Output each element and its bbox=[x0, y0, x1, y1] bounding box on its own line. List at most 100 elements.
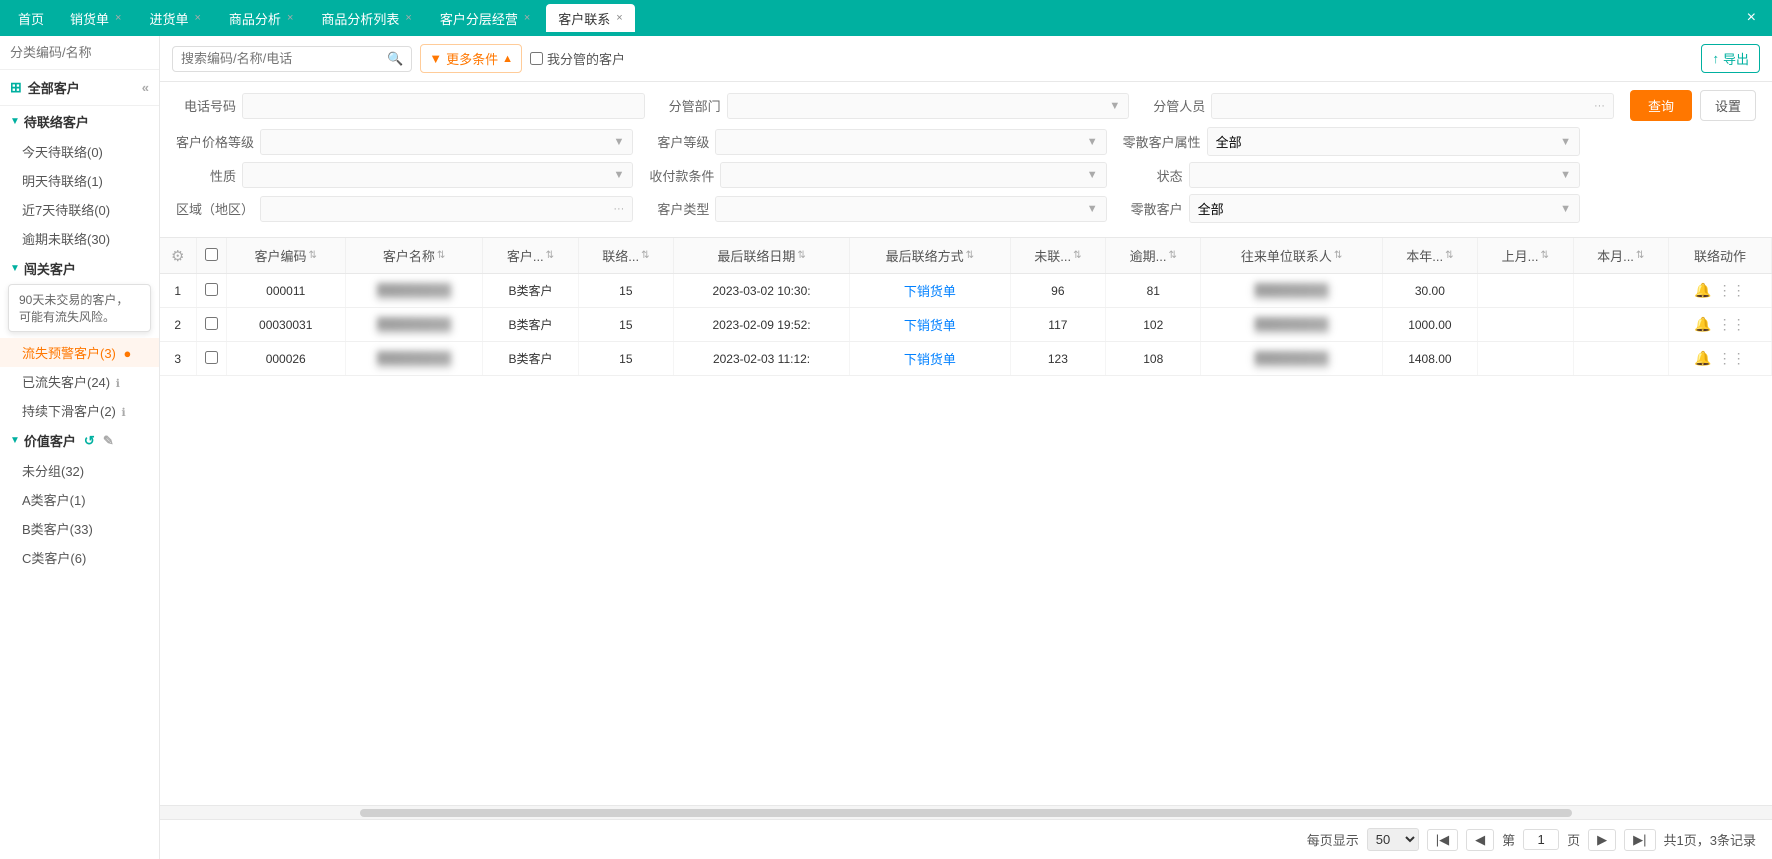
row1-contact-icon[interactable]: 🔔 bbox=[1694, 282, 1711, 299]
row1-last-method: 下销货单 bbox=[850, 274, 1011, 308]
status-select[interactable]: ▼ bbox=[1189, 162, 1580, 188]
table-body: 1 000011 ████████ B类客户 15 2023-03-02 10:… bbox=[160, 274, 1772, 376]
region-dots[interactable]: ··· bbox=[613, 203, 624, 215]
zero-customer-value: 全部 bbox=[1198, 199, 1224, 218]
edit-icon[interactable]: ✎ bbox=[103, 433, 114, 449]
name-sort[interactable]: 客户名称 ⇅ bbox=[352, 246, 476, 265]
last-method-sort[interactable]: 最后联络方式 ⇅ bbox=[856, 246, 1004, 265]
row2-select[interactable] bbox=[205, 317, 218, 330]
prev-page-button[interactable]: ◀ bbox=[1466, 829, 1494, 851]
uncontacted-sort[interactable]: 未联... ⇅ bbox=[1017, 246, 1099, 265]
sidebar-item-churn-warning[interactable]: 流失预警客户(3) ● bbox=[0, 338, 159, 367]
phone-input[interactable] bbox=[242, 93, 645, 119]
main-search-input[interactable] bbox=[181, 51, 381, 66]
nav-tab-analysis[interactable]: 商品分析 × bbox=[217, 4, 305, 32]
region-select[interactable]: ··· bbox=[260, 196, 633, 222]
last-page-button[interactable]: ▶| bbox=[1624, 829, 1655, 851]
nav-tab-customer-contact-close[interactable]: × bbox=[616, 12, 622, 24]
settings-button[interactable]: 设置 bbox=[1700, 90, 1756, 121]
row1-this-year: 30.00 bbox=[1382, 274, 1477, 308]
nav-tab-customer-layer[interactable]: 客户分层经营 × bbox=[428, 4, 542, 32]
nav-tab-analysis-list[interactable]: 商品分析列表 × bbox=[309, 4, 423, 32]
my-customers-checkbox[interactable] bbox=[530, 52, 543, 65]
sidebar-search-input[interactable] bbox=[10, 45, 160, 60]
horizontal-scrollbar[interactable] bbox=[160, 805, 1772, 819]
customer-level-select[interactable]: ▼ bbox=[715, 129, 1106, 155]
nature-select[interactable]: ▼ bbox=[242, 162, 633, 188]
row3-more-icon[interactable]: ⋮⋮ bbox=[1718, 350, 1746, 367]
sidebar-all-customers[interactable]: ⊞ 全部客户 « bbox=[0, 70, 159, 106]
zero-customer-select[interactable]: 全部 ▼ bbox=[1189, 194, 1580, 223]
page-number-input[interactable]: 1 bbox=[1523, 829, 1559, 850]
row1-more-icon[interactable]: ⋮⋮ bbox=[1718, 282, 1746, 299]
row1-method-link[interactable]: 下销货单 bbox=[904, 284, 956, 299]
code-sort[interactable]: 客户编码 ⇅ bbox=[233, 246, 339, 265]
nav-tab-analysis-list-close[interactable]: × bbox=[405, 12, 411, 24]
col-header-uncontacted: 未联... ⇅ bbox=[1010, 238, 1105, 274]
nav-tab-sales[interactable]: 销货单 × bbox=[58, 4, 133, 32]
person-select[interactable]: ··· bbox=[1211, 93, 1614, 119]
sidebar-item-a-class[interactable]: A类客户(1) bbox=[0, 485, 159, 514]
nav-tab-analysis-close[interactable]: × bbox=[287, 12, 293, 24]
table-settings-icon[interactable]: ⚙ bbox=[171, 248, 184, 265]
nav-home[interactable]: 首页 bbox=[8, 9, 54, 28]
sidebar-item-7days[interactable]: 近7天待联络(0) bbox=[0, 195, 159, 224]
this-month-sort[interactable]: 本月... ⇅ bbox=[1580, 246, 1662, 265]
sidebar-item-overdue-contact[interactable]: 逾期未联络(30) bbox=[0, 224, 159, 253]
adv-filter-row-3: 性质 ▼ 收付款条件 ▼ 状态 ▼ bbox=[176, 162, 1756, 188]
sidebar-item-churned[interactable]: 已流失客户(24) ℹ bbox=[0, 367, 159, 396]
zero-attr-select[interactable]: 全部 ▼ bbox=[1207, 127, 1580, 156]
select-all-checkbox[interactable] bbox=[205, 248, 218, 261]
contact-person-sort[interactable]: 往来单位联系人 ⇅ bbox=[1207, 246, 1375, 265]
scrollbar-thumb[interactable] bbox=[360, 809, 1572, 817]
my-customers-filter[interactable]: 我分管的客户 bbox=[530, 49, 625, 68]
nav-tab-customer-layer-close[interactable]: × bbox=[524, 12, 530, 24]
row3-action-icons: 🔔 ⋮⋮ bbox=[1675, 350, 1765, 367]
sidebar-item-ungrouped[interactable]: 未分组(32) bbox=[0, 456, 159, 485]
sidebar-collapse-icon[interactable]: « bbox=[142, 80, 149, 95]
row1-index: 1 bbox=[160, 274, 196, 308]
per-page-select[interactable]: 50 100 200 bbox=[1367, 828, 1419, 851]
row2-contact-icon[interactable]: 🔔 bbox=[1694, 316, 1711, 333]
nav-tab-purchase-close[interactable]: × bbox=[194, 12, 200, 24]
row3-contact-icon[interactable]: 🔔 bbox=[1694, 350, 1711, 367]
sidebar-group-value[interactable]: ▼ 价值客户 ↺ ✎ bbox=[0, 425, 159, 456]
refresh-icon[interactable]: ↺ bbox=[84, 433, 95, 449]
nav-tab-sales-close[interactable]: × bbox=[115, 12, 121, 24]
row3-last-month bbox=[1478, 342, 1573, 376]
col-last-month-label: 上月... bbox=[1502, 246, 1539, 265]
sidebar-item-b-class[interactable]: B类客户(33) bbox=[0, 514, 159, 543]
price-tier-select[interactable]: ▼ bbox=[260, 129, 633, 155]
row3-select[interactable] bbox=[205, 351, 218, 364]
next-page-button[interactable]: ▶ bbox=[1588, 829, 1616, 851]
row2-method-link[interactable]: 下销货单 bbox=[904, 318, 956, 333]
field-region: 区域（地区） ··· bbox=[176, 196, 633, 222]
sidebar-item-c-class[interactable]: C类客户(6) bbox=[0, 543, 159, 572]
contact-sort[interactable]: 联络... ⇅ bbox=[585, 246, 667, 265]
overdue-sort[interactable]: 逾期... ⇅ bbox=[1112, 246, 1194, 265]
main-search-icon[interactable]: 🔍 bbox=[387, 51, 403, 67]
more-conditions-button[interactable]: ▼ 更多条件 ▲ bbox=[420, 44, 522, 73]
nav-tab-customer-contact[interactable]: 客户联系 × bbox=[546, 4, 634, 32]
export-button[interactable]: ↑ 导出 bbox=[1701, 44, 1760, 73]
customer-type-select[interactable]: ▼ bbox=[715, 196, 1106, 222]
type-sort[interactable]: 客户... ⇅ bbox=[489, 246, 571, 265]
sidebar-item-declining[interactable]: 持续下滑客户(2) ℹ bbox=[0, 396, 159, 425]
query-button[interactable]: 查询 bbox=[1630, 90, 1692, 121]
dept-select[interactable]: ▼ bbox=[727, 93, 1130, 119]
sidebar-item-today[interactable]: 今天待联络(0) bbox=[0, 137, 159, 166]
row3-method-link[interactable]: 下销货单 bbox=[904, 352, 956, 367]
last-date-sort[interactable]: 最后联络日期 ⇅ bbox=[680, 246, 843, 265]
row2-more-icon[interactable]: ⋮⋮ bbox=[1718, 316, 1746, 333]
window-close-button[interactable]: × bbox=[1739, 9, 1764, 27]
row1-select[interactable] bbox=[205, 283, 218, 296]
sidebar-item-tomorrow[interactable]: 明天待联络(1) bbox=[0, 166, 159, 195]
last-month-sort[interactable]: 上月... ⇅ bbox=[1484, 246, 1566, 265]
nav-tab-purchase[interactable]: 进货单 × bbox=[137, 4, 212, 32]
this-year-sort[interactable]: 本年... ⇅ bbox=[1389, 246, 1471, 265]
sidebar-group-churn[interactable]: ▼ 闯关客户 bbox=[0, 253, 159, 284]
zero-customer-arrow: ▼ bbox=[1560, 203, 1571, 215]
payment-select[interactable]: ▼ bbox=[720, 162, 1106, 188]
first-page-button[interactable]: |◀ bbox=[1427, 829, 1458, 851]
sidebar-group-pending[interactable]: ▼ 待联络客户 bbox=[0, 106, 159, 137]
